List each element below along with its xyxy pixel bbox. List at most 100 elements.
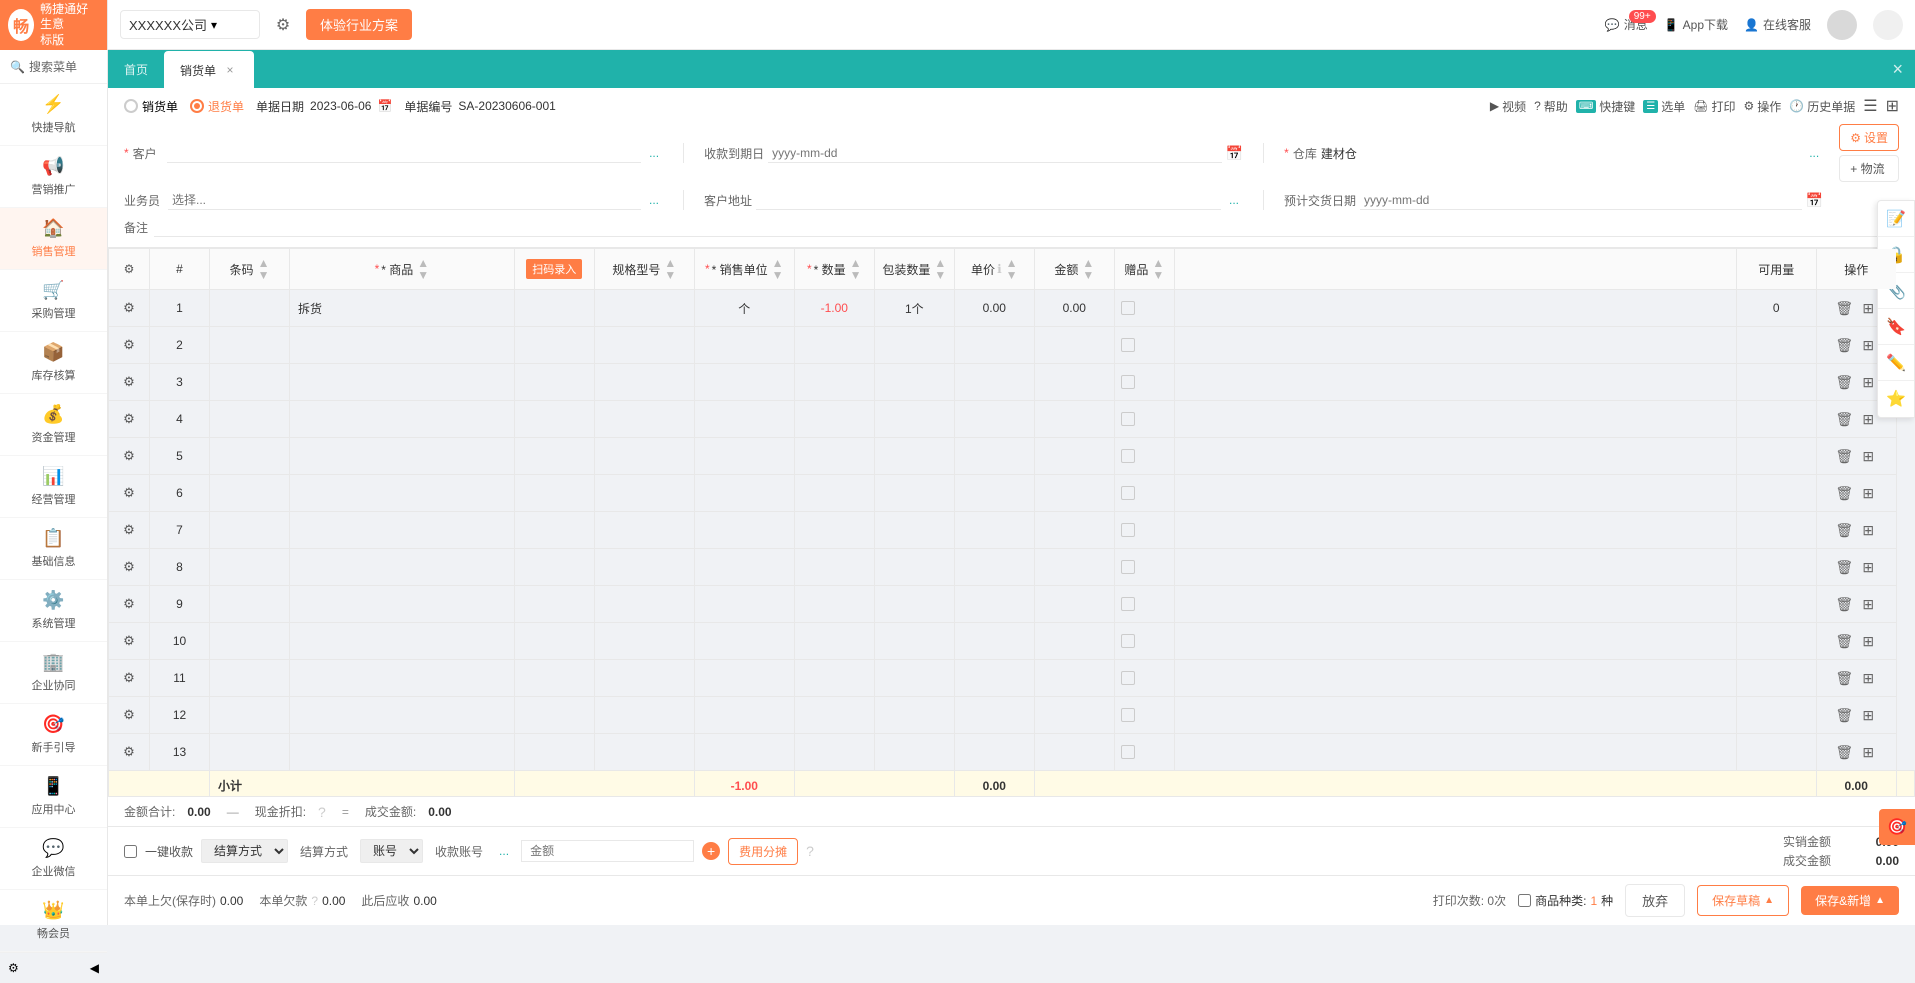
- row-barcode-0[interactable]: [210, 290, 290, 327]
- row-unit-price-8[interactable]: [954, 586, 1034, 623]
- row-product-2[interactable]: [290, 364, 515, 401]
- row-qty-6[interactable]: [794, 512, 874, 549]
- user-avatar[interactable]: [1827, 10, 1857, 40]
- row-barcode-3[interactable]: [210, 401, 290, 438]
- row-amount-4[interactable]: [1034, 438, 1114, 475]
- row-qty-1[interactable]: [794, 327, 874, 364]
- row-product-4[interactable]: [290, 438, 515, 475]
- row-unit-7[interactable]: [694, 549, 794, 586]
- float-item-4[interactable]: 🔖: [1878, 309, 1914, 345]
- row-barcode-12[interactable]: [210, 734, 290, 771]
- row-amount-11[interactable]: [1034, 697, 1114, 734]
- experience-button[interactable]: 体验行业方案: [306, 9, 412, 40]
- payment-amount-input[interactable]: [521, 840, 694, 862]
- row-pack-qty-11[interactable]: [874, 697, 954, 734]
- row-barcode-7[interactable]: [210, 549, 290, 586]
- scan-btn[interactable]: 扫码录入: [526, 259, 582, 279]
- row-copy-12[interactable]: ⊞: [1858, 742, 1878, 762]
- sidebar-item-system[interactable]: ⚙️ 系统管理: [0, 580, 107, 642]
- row-barcode-1[interactable]: [210, 327, 290, 364]
- discount-help-icon[interactable]: ?: [318, 804, 326, 820]
- row-unit-9[interactable]: [694, 623, 794, 660]
- row-pack-qty-0[interactable]: 1个: [874, 290, 954, 327]
- sidebar-item-marketing[interactable]: 📢 营销推广: [0, 146, 107, 208]
- row-barcode-2[interactable]: [210, 364, 290, 401]
- row-amount-9[interactable]: [1034, 623, 1114, 660]
- row-settings-1[interactable]: ⚙: [109, 327, 150, 364]
- row-unit-10[interactable]: [694, 660, 794, 697]
- row-unit-price-12[interactable]: [954, 734, 1034, 771]
- row-pack-qty-9[interactable]: [874, 623, 954, 660]
- shortcuts-tool[interactable]: ⌨ 快捷键: [1576, 98, 1635, 115]
- logistics-button[interactable]: + 物流: [1839, 155, 1899, 182]
- row-amount-8[interactable]: [1034, 586, 1114, 623]
- row-unit-8[interactable]: [694, 586, 794, 623]
- sidebar-item-operations[interactable]: 📊 经营管理: [0, 456, 107, 518]
- row-settings-10[interactable]: ⚙: [109, 660, 150, 697]
- row-product-0[interactable]: 拆货: [290, 290, 515, 327]
- row-qty-5[interactable]: [794, 475, 874, 512]
- row-settings-12[interactable]: ⚙: [109, 734, 150, 771]
- row-copy-6[interactable]: ⊞: [1858, 520, 1878, 540]
- customer-dots[interactable]: ...: [645, 146, 663, 160]
- row-unit-12[interactable]: [694, 734, 794, 771]
- row-settings-8[interactable]: ⚙: [109, 586, 150, 623]
- customer-addr-input[interactable]: [756, 191, 1221, 210]
- row-qty-2[interactable]: [794, 364, 874, 401]
- row-amount-7[interactable]: [1034, 549, 1114, 586]
- one-click-pay-checkbox[interactable]: [124, 845, 137, 858]
- payment-method-select[interactable]: 结算方式: [201, 839, 288, 863]
- row-delete-11[interactable]: 🗑: [1834, 705, 1854, 725]
- row-qty-8[interactable]: [794, 586, 874, 623]
- radio-return[interactable]: 退货单: [190, 98, 244, 115]
- row-pack-qty-12[interactable]: [874, 734, 954, 771]
- save-new-button[interactable]: 保存&新增 ▲: [1801, 886, 1899, 915]
- row-unit-3[interactable]: [694, 401, 794, 438]
- row-pack-qty-5[interactable]: [874, 475, 954, 512]
- row-product-11[interactable]: [290, 697, 515, 734]
- sidebar-item-member[interactable]: 👑 畅会员: [0, 890, 107, 952]
- row-spec-9[interactable]: [594, 623, 694, 660]
- row-pack-qty-2[interactable]: [874, 364, 954, 401]
- due-date-input[interactable]: [768, 144, 1222, 163]
- row-pack-qty-7[interactable]: [874, 549, 954, 586]
- row-delete-10[interactable]: 🗑: [1834, 668, 1854, 688]
- row-qty-10[interactable]: [794, 660, 874, 697]
- company-selector[interactable]: XXXXXX公司 ▾: [120, 10, 260, 39]
- row-qty-12[interactable]: [794, 734, 874, 771]
- collapse-icon[interactable]: ◀: [90, 961, 99, 975]
- row-spec-8[interactable]: [594, 586, 694, 623]
- row-delete-5[interactable]: 🗑: [1834, 483, 1854, 503]
- row-copy-10[interactable]: ⊞: [1858, 668, 1878, 688]
- row-copy-3[interactable]: ⊞: [1858, 409, 1878, 429]
- row-unit-price-9[interactable]: [954, 623, 1034, 660]
- help-tool[interactable]: ? 帮助: [1534, 98, 1568, 115]
- row-copy-5[interactable]: ⊞: [1858, 483, 1878, 503]
- row-unit-price-6[interactable]: [954, 512, 1034, 549]
- row-delete-1[interactable]: 🗑: [1834, 335, 1854, 355]
- row-barcode-4[interactable]: [210, 438, 290, 475]
- row-copy-1[interactable]: ⊞: [1858, 335, 1878, 355]
- save-draft-button[interactable]: 保存草稿 ▲: [1697, 885, 1789, 916]
- settings-button[interactable]: ⚙ 设置: [1839, 124, 1899, 151]
- row-copy-0[interactable]: ⊞: [1858, 298, 1878, 318]
- row-gift-2[interactable]: [1114, 364, 1174, 401]
- row-settings-2[interactable]: ⚙: [109, 364, 150, 401]
- row-spec-11[interactable]: [594, 697, 694, 734]
- row-copy-11[interactable]: ⊞: [1858, 705, 1878, 725]
- row-unit-price-2[interactable]: [954, 364, 1034, 401]
- row-amount-2[interactable]: [1034, 364, 1114, 401]
- row-delete-8[interactable]: 🗑: [1834, 594, 1854, 614]
- row-delete-9[interactable]: 🗑: [1834, 631, 1854, 651]
- layout2-tool[interactable]: ⊞: [1886, 96, 1899, 116]
- layout1-tool[interactable]: ☰: [1863, 96, 1877, 116]
- row-settings-9[interactable]: ⚙: [109, 623, 150, 660]
- row-copy-4[interactable]: ⊞: [1858, 446, 1878, 466]
- row-settings-0[interactable]: ⚙: [109, 290, 150, 327]
- gear-button[interactable]: ⚙: [268, 10, 298, 40]
- row-amount-12[interactable]: [1034, 734, 1114, 771]
- fee-split-button[interactable]: 费用分摊: [728, 838, 798, 865]
- row-amount-0[interactable]: 0.00: [1034, 290, 1114, 327]
- note-input[interactable]: [154, 218, 1899, 237]
- abandon-button[interactable]: 放弃: [1625, 884, 1685, 917]
